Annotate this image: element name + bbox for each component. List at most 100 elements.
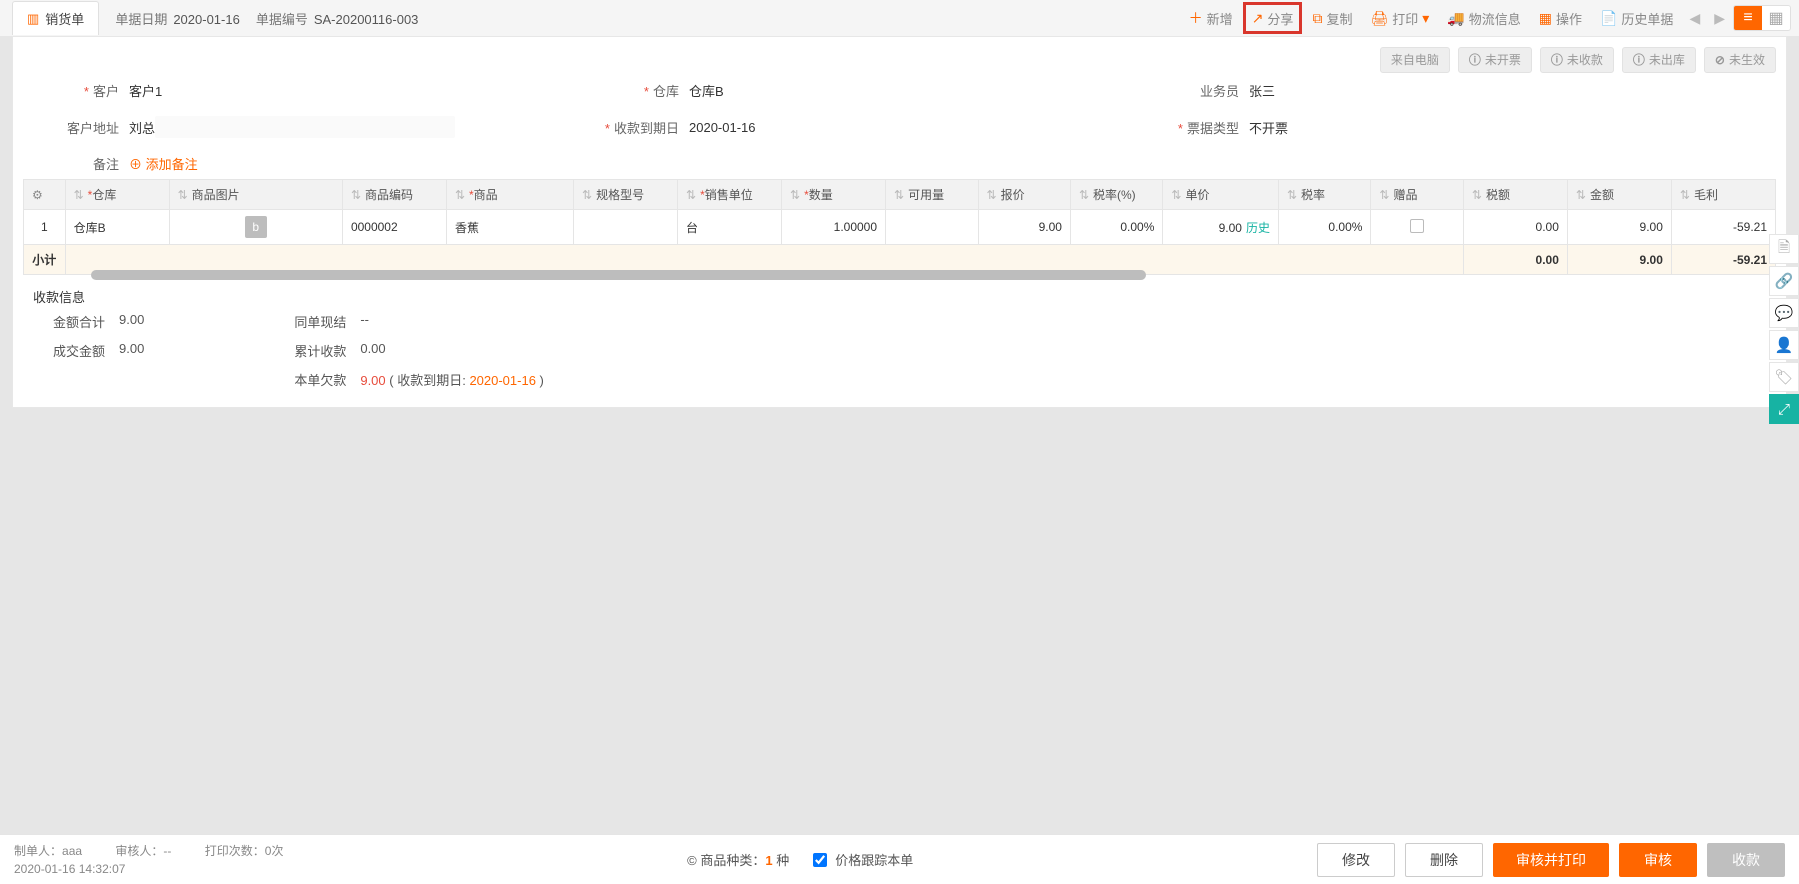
history-button[interactable]: 📄历史单据	[1592, 4, 1681, 32]
edit-button[interactable]: 修改	[1317, 843, 1395, 877]
print-button[interactable]: 🖨打印▾	[1362, 4, 1437, 32]
audit-print-button[interactable]: 审核并打印	[1493, 843, 1609, 877]
side-message-button[interactable]: 💬	[1769, 298, 1799, 328]
col-amount[interactable]: ⇅金额	[1567, 180, 1671, 210]
subtotal-amount: 9.00	[1567, 245, 1671, 275]
col-profit[interactable]: ⇅毛利	[1671, 180, 1775, 210]
cell-price[interactable]: 9.00历史	[1163, 210, 1279, 245]
side-attach-button[interactable]: 🔗	[1769, 266, 1799, 296]
status-receipt[interactable]: ⓘ未收款	[1540, 47, 1614, 73]
share-button[interactable]: ↗分享	[1243, 2, 1303, 34]
footer-actions: 修改 删除 审核并打印 审核 收款	[1317, 843, 1785, 877]
top-toolbar: ▥ 销货单 单据日期2020-01-16 单据编号SA-20200116-003…	[0, 0, 1799, 36]
footer-center: © 商品种类：1 种 价格跟踪本单	[687, 850, 913, 870]
info-icon: ⓘ	[1469, 48, 1481, 72]
col-warehouse[interactable]: ⇅*仓库	[65, 180, 169, 210]
cell-item[interactable]: 香蕉	[446, 210, 573, 245]
col-tax[interactable]: ⇅税额	[1463, 180, 1567, 210]
col-qty[interactable]: ⇅*数量	[782, 180, 886, 210]
footer-meta: 制单人：aaa 审核人：-- 打印次数：0次 2020-01-16 14:32:…	[14, 842, 283, 878]
payment-section-title: 收款信息	[13, 283, 1786, 312]
price-follow-checkbox[interactable]: 价格跟踪本单	[809, 850, 913, 870]
view-list-button[interactable]: ≡	[1734, 6, 1762, 30]
side-tag-button[interactable]: 🏷	[1769, 362, 1799, 392]
gift-checkbox[interactable]	[1410, 219, 1424, 233]
add-button[interactable]: ＋新增	[1181, 4, 1241, 32]
col-taxr2[interactable]: ⇅税率	[1278, 180, 1370, 210]
doc-date: 单据日期2020-01-16	[115, 9, 240, 28]
receipt-button[interactable]: 收款	[1707, 843, 1785, 877]
cell-gift[interactable]	[1371, 210, 1463, 245]
cell-tax: 0.00	[1463, 210, 1567, 245]
col-unit[interactable]: ⇅*销售单位	[678, 180, 782, 210]
pay-deal-value: 9.00	[119, 341, 144, 360]
operate-button[interactable]: ▦操作	[1531, 4, 1590, 32]
cell-code[interactable]: 0000002	[342, 210, 446, 245]
cell-taxr2[interactable]: 0.00%	[1278, 210, 1370, 245]
cell-profit: -59.21	[1671, 210, 1775, 245]
field-address: 客户地址刘总	[33, 116, 593, 138]
side-user-button[interactable]: 👤	[1769, 330, 1799, 360]
audit-button[interactable]: 审核	[1619, 843, 1697, 877]
pay-debt-label: 本单欠款	[294, 370, 346, 389]
side-expand-button[interactable]: ⤢	[1769, 394, 1799, 424]
col-code[interactable]: ⇅商品编码	[342, 180, 446, 210]
horizontal-scrollbar[interactable]	[91, 270, 1146, 280]
chevron-down-icon: ▾	[1422, 10, 1429, 27]
field-bill-type: *票据类型不开票	[1153, 116, 1766, 138]
pay-debt-value: 9.00 ( 收款到期日: 2020-01-16 )	[360, 370, 544, 389]
cell-image[interactable]: b	[169, 210, 342, 245]
next-doc-button[interactable]: ▶	[1708, 10, 1731, 27]
col-image[interactable]: ⇅商品图片	[169, 180, 342, 210]
col-spec[interactable]: ⇅规格型号	[574, 180, 678, 210]
footer: 制单人：aaa 审核人：-- 打印次数：0次 2020-01-16 14:32:…	[0, 834, 1799, 884]
col-quote[interactable]: ⇅报价	[978, 180, 1070, 210]
view-grid-button[interactable]: ▦	[1762, 6, 1790, 30]
pay-settle-label: 同单现结	[294, 312, 346, 331]
add-remark-button[interactable]: 添加备注	[129, 154, 198, 173]
table-row[interactable]: 1 仓库B b 0000002 香蕉 台 1.00000 9.00 0.00% …	[24, 210, 1776, 245]
table-header-row: ⚙ ⇅*仓库 ⇅商品图片 ⇅商品编码 ⇅*商品 ⇅规格型号 ⇅*销售单位 ⇅*数…	[24, 180, 1776, 210]
cell-avail	[886, 210, 978, 245]
document-tab[interactable]: ▥ 销货单	[12, 1, 99, 35]
col-price[interactable]: ⇅单价	[1163, 180, 1279, 210]
table-wrap: ⚙ ⇅*仓库 ⇅商品图片 ⇅商品编码 ⇅*商品 ⇅规格型号 ⇅*销售单位 ⇅*数…	[13, 179, 1786, 283]
subtotal-tax: 0.00	[1463, 245, 1567, 275]
price-history-link[interactable]: 历史	[1246, 221, 1270, 235]
pay-deal-label: 成交金额	[53, 341, 105, 360]
pay-acc-label: 累计收款	[294, 341, 346, 360]
right-sidebar: 🗎 🔗 💬 👤 🏷 ⤢	[1769, 234, 1799, 424]
subtotal-profit: -59.21	[1671, 245, 1775, 275]
pay-total-label: 金额合计	[53, 312, 105, 331]
copyright-icon: ©	[687, 853, 697, 868]
status-source[interactable]: 来自电脑	[1380, 47, 1450, 73]
field-warehouse: *仓库仓库B	[593, 81, 1153, 100]
view-toggle: ≡ ▦	[1733, 5, 1791, 31]
status-outstock[interactable]: ⓘ未出库	[1622, 47, 1696, 73]
toolbar-right: ＋新增 ↗分享 ⧉复制 🖨打印▾ 🚚物流信息 ▦操作 📄历史单据 ◀ ▶ ≡ ▦	[1181, 0, 1791, 36]
cell-taxrate[interactable]: 0.00%	[1070, 210, 1162, 245]
cell-wh[interactable]: 仓库B	[65, 210, 169, 245]
logistics-button[interactable]: 🚚物流信息	[1439, 4, 1528, 32]
delete-button[interactable]: 删除	[1405, 843, 1483, 877]
col-gear[interactable]: ⚙	[24, 180, 66, 210]
col-taxrate[interactable]: ⇅税率(%)	[1070, 180, 1162, 210]
cell-spec[interactable]	[574, 210, 678, 245]
cell-idx: 1	[24, 210, 66, 245]
col-item[interactable]: ⇅*商品	[446, 180, 573, 210]
status-effect[interactable]: ⊘未生效	[1704, 47, 1776, 73]
cell-quote[interactable]: 9.00	[978, 210, 1070, 245]
cell-unit[interactable]: 台	[678, 210, 782, 245]
field-salesman: 业务员张三	[1153, 81, 1766, 100]
copy-button[interactable]: ⧉复制	[1304, 4, 1360, 32]
col-avail[interactable]: ⇅可用量	[886, 180, 978, 210]
prev-doc-button[interactable]: ◀	[1683, 10, 1706, 27]
form-grid: *客户客户1 *仓库仓库B 业务员张三 客户地址刘总 *收款到期日2020-01…	[13, 73, 1786, 179]
status-invoice[interactable]: ⓘ未开票	[1458, 47, 1532, 73]
cell-qty[interactable]: 1.00000	[782, 210, 886, 245]
doc-icon: ▥	[27, 11, 39, 27]
side-doc-button[interactable]: 🗎	[1769, 234, 1799, 264]
col-gift[interactable]: ⇅赠品	[1371, 180, 1463, 210]
pay-settle-value: --	[360, 312, 369, 331]
image-placeholder-icon: b	[245, 216, 267, 238]
